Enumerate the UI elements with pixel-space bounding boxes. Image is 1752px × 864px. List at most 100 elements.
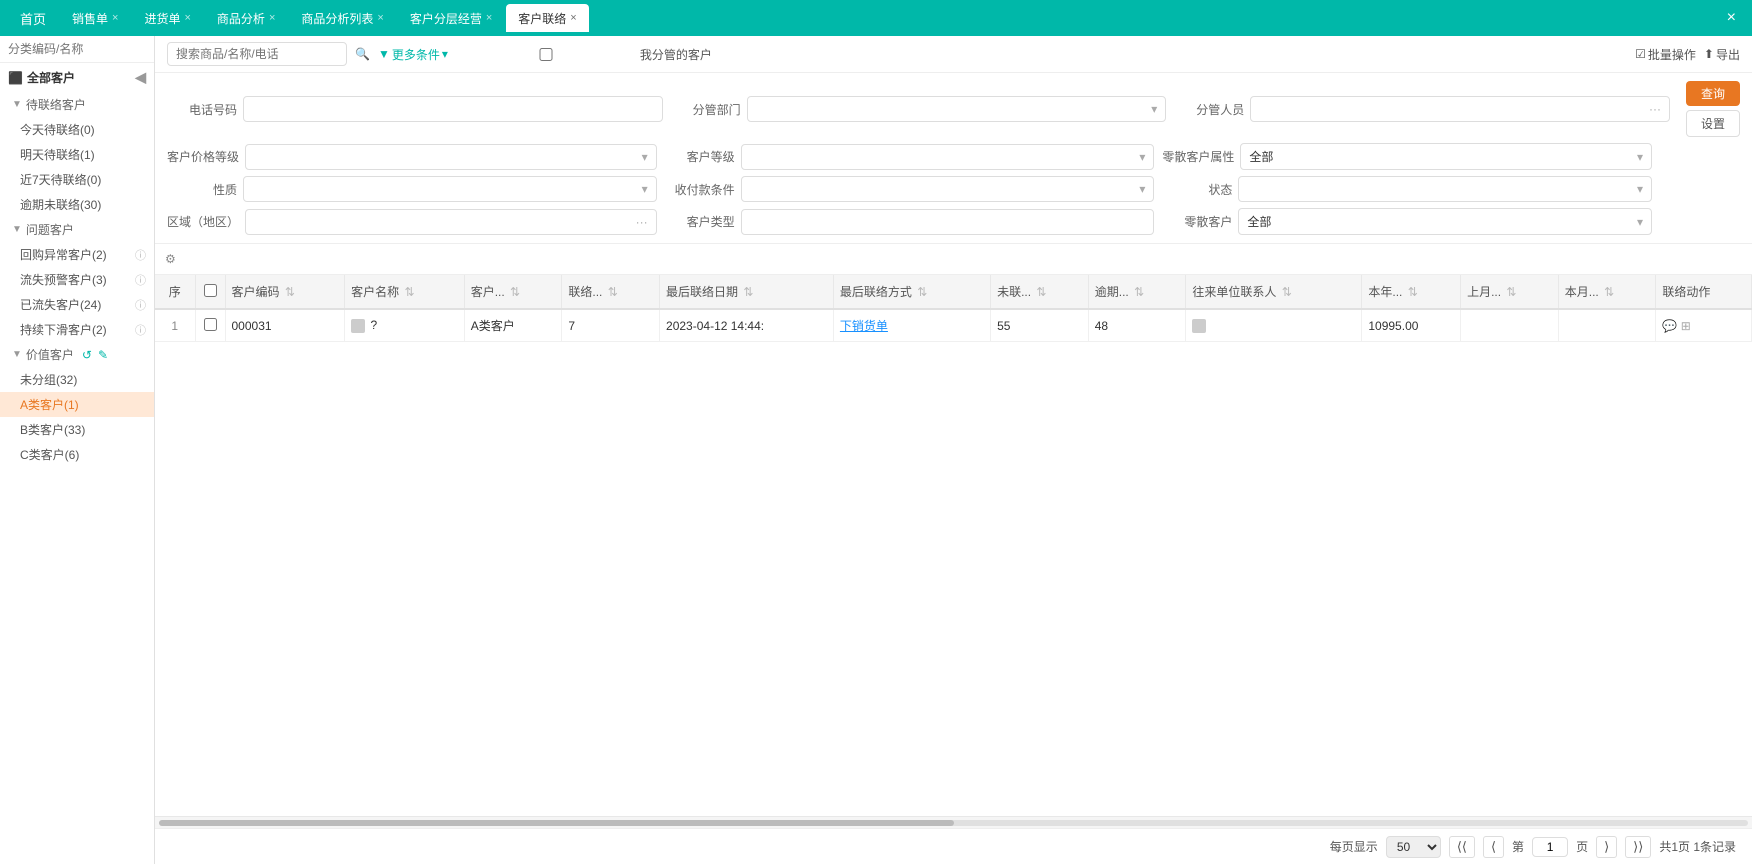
col-header-last-month[interactable]: 上月... ⇅ <box>1461 275 1559 309</box>
col-header-last-date[interactable]: 最后联络日期 ⇅ <box>660 275 834 309</box>
next-page-button[interactable]: ⟩ <box>1596 836 1617 858</box>
phone-input[interactable] <box>243 96 663 122</box>
col-header-check[interactable] <box>195 275 225 309</box>
col-header-year-amount[interactable]: 本年... ⇅ <box>1362 275 1461 309</box>
nature-select[interactable]: ▾ <box>243 176 657 202</box>
select-all-checkbox[interactable] <box>204 284 217 297</box>
page-number-input[interactable] <box>1532 837 1568 857</box>
cell-action[interactable]: 💬 ⊞ <box>1656 309 1752 342</box>
nav-tab-customer-tier[interactable]: 客户分层经营 × <box>398 4 504 32</box>
sidebar-item-unclassified[interactable]: 未分组(32) <box>0 367 154 392</box>
sidebar-item-class-a[interactable]: A类客户(1) <box>0 392 154 417</box>
dept-select[interactable]: ▾ <box>747 96 1167 122</box>
sidebar-group-pending[interactable]: ▼ 待联络客户 <box>0 92 154 117</box>
main-layout: 🔍 ⬛ 全部客户 ◀ ▼ 待联络客户 今天待联络(0) 明天待联络(1) 近7天… <box>0 36 1752 864</box>
filter-cell-phone: 电话号码 <box>167 96 663 122</box>
sidebar-item-tomorrow-contact[interactable]: 明天待联络(1) <box>0 142 154 167</box>
price-level-select[interactable]: ▾ <box>245 144 657 170</box>
nav-tab-home[interactable]: 首页 <box>8 9 58 28</box>
my-customers-filter[interactable]: 我分管的客户 <box>456 46 712 63</box>
cell-last-method[interactable]: 下销货单 <box>833 309 990 342</box>
info-icon: ⓘ <box>135 272 146 288</box>
col-header-code[interactable]: 客户编码 ⇅ <box>225 275 345 309</box>
sidebar-item-repurchase-abnormal[interactable]: 回购异常客户(2) ⓘ <box>0 242 154 267</box>
prev-page-button[interactable]: ⟨ <box>1483 836 1504 858</box>
customer-level-select[interactable]: ▾ <box>741 144 1155 170</box>
export-button[interactable]: ⬆ 导出 <box>1704 46 1740 63</box>
sidebar-item-churn-warning[interactable]: 流失预警客户(3) ⓘ <box>0 267 154 292</box>
chat-icon[interactable]: 💬 <box>1662 319 1677 333</box>
table-settings-icon[interactable]: ⚙ <box>163 250 178 268</box>
sidebar-group-problem[interactable]: ▼ 问题客户 <box>0 217 154 242</box>
edit-icon[interactable]: ✎ <box>98 348 108 362</box>
filter-cell-retail-attr: 零散客户属性 全部▾ <box>1162 143 1652 170</box>
retail-attr-select[interactable]: 全部▾ <box>1240 143 1652 170</box>
more-filters-button[interactable]: ▼ 更多条件 ▾ <box>378 46 448 63</box>
page-size-select[interactable]: 50 100 200 <box>1386 836 1441 858</box>
retail-customer-select[interactable]: 全部▾ <box>1238 208 1652 235</box>
person-input[interactable]: ··· <box>1250 96 1670 122</box>
col-header-contact-num[interactable]: 联络... ⇅ <box>562 275 660 309</box>
close-icon[interactable]: × <box>486 12 492 24</box>
last-method-link[interactable]: 下销货单 <box>840 319 888 333</box>
sidebar-item-churned[interactable]: 已流失客户(24) ⓘ <box>0 292 154 317</box>
sidebar-group-value[interactable]: ▼ 价值客户 ↺ ✎ <box>0 342 154 367</box>
col-header-overdue[interactable]: 逾期... ⇅ <box>1088 275 1186 309</box>
sidebar-item-7day-contact[interactable]: 近7天待联络(0) <box>0 167 154 192</box>
settings-button[interactable]: 设置 <box>1686 110 1740 137</box>
close-icon[interactable]: × <box>112 12 118 24</box>
refresh-icon[interactable]: ↺ <box>82 348 92 362</box>
nav-tab-sales[interactable]: 销售单 × <box>60 4 130 32</box>
nav-tab-product-analysis-list[interactable]: 商品分析列表 × <box>289 4 395 32</box>
my-customers-checkbox[interactable] <box>456 48 636 61</box>
filter-bar: 🔍 ▼ 更多条件 ▾ 我分管的客户 ☑ 批量操作 ⬆ 导出 <box>155 36 1752 73</box>
col-header-contacts[interactable]: 往来单位联系人 ⇅ <box>1186 275 1362 309</box>
payment-select[interactable]: ▾ <box>741 176 1155 202</box>
col-header-this-month[interactable]: 本月... ⇅ <box>1558 275 1656 309</box>
sidebar-item-class-b[interactable]: B类客户(33) <box>0 417 154 442</box>
region-input[interactable]: ··· <box>245 209 657 235</box>
dots-icon[interactable]: ··· <box>636 215 648 229</box>
filter-cell-price-level: 客户价格等级 ▾ <box>167 144 657 170</box>
nav-tab-customer-contact[interactable]: 客户联络 × <box>506 4 588 32</box>
checkbox-icon: ☑ <box>1635 47 1646 61</box>
search-submit-icon[interactable]: 🔍 <box>355 47 370 61</box>
close-icon[interactable]: × <box>377 12 383 24</box>
grid-icon[interactable]: ⊞ <box>1681 319 1691 333</box>
close-icon[interactable]: × <box>269 12 275 24</box>
nav-tab-product-analysis[interactable]: 商品分析 × <box>205 4 287 32</box>
sidebar-search-bar[interactable]: 🔍 <box>0 36 154 63</box>
collapse-icon[interactable]: ◀ <box>135 69 146 86</box>
scrollbar-thumb[interactable] <box>159 820 954 826</box>
close-icon[interactable]: × <box>184 12 190 24</box>
sidebar-item-overdue-contact[interactable]: 逾期未联络(30) <box>0 192 154 217</box>
sidebar-all-customers[interactable]: ⬛ 全部客户 ◀ <box>0 63 154 92</box>
table-container[interactable]: 序 客户编码 ⇅ 客户名称 ⇅ 客户... ⇅ 联络... ⇅ 最后联络日期 ⇅… <box>155 275 1752 816</box>
query-button[interactable]: 查询 <box>1686 81 1740 106</box>
customer-type-input[interactable] <box>741 209 1155 235</box>
row-checkbox[interactable] <box>204 318 217 331</box>
batch-operation-button[interactable]: ☑ 批量操作 <box>1635 46 1696 63</box>
sidebar-item-declining[interactable]: 持续下滑客户(2) ⓘ <box>0 317 154 342</box>
col-header-uncontacted[interactable]: 未联... ⇅ <box>991 275 1089 309</box>
window-close-button[interactable]: × <box>1719 9 1744 27</box>
sidebar-item-today-contact[interactable]: 今天待联络(0) <box>0 117 154 142</box>
cell-check[interactable] <box>195 309 225 342</box>
col-header-name[interactable]: 客户名称 ⇅ <box>345 275 465 309</box>
scrollbar-track[interactable] <box>159 820 1748 826</box>
chevron-down-icon: ▾ <box>1637 150 1643 164</box>
top-navigation: 首页 销售单 × 进货单 × 商品分析 × 商品分析列表 × 客户分层经营 × … <box>0 0 1752 36</box>
last-page-button[interactable]: ⟩⟩ <box>1625 836 1651 858</box>
horizontal-scrollbar[interactable] <box>155 816 1752 828</box>
dots-icon[interactable]: ··· <box>1649 102 1661 116</box>
sidebar-item-class-c[interactable]: C类客户(6) <box>0 442 154 467</box>
search-input[interactable] <box>167 42 347 66</box>
col-header-type[interactable]: 客户... ⇅ <box>464 275 562 309</box>
first-page-button[interactable]: ⟨⟨ <box>1449 836 1475 858</box>
sidebar-search-input[interactable] <box>8 42 155 56</box>
col-header-last-method[interactable]: 最后联络方式 ⇅ <box>833 275 990 309</box>
close-icon[interactable]: × <box>570 12 576 24</box>
chevron-down-icon: ▾ <box>442 47 448 61</box>
status-select[interactable]: ▾ <box>1238 176 1652 202</box>
nav-tab-purchase[interactable]: 进货单 × <box>132 4 202 32</box>
